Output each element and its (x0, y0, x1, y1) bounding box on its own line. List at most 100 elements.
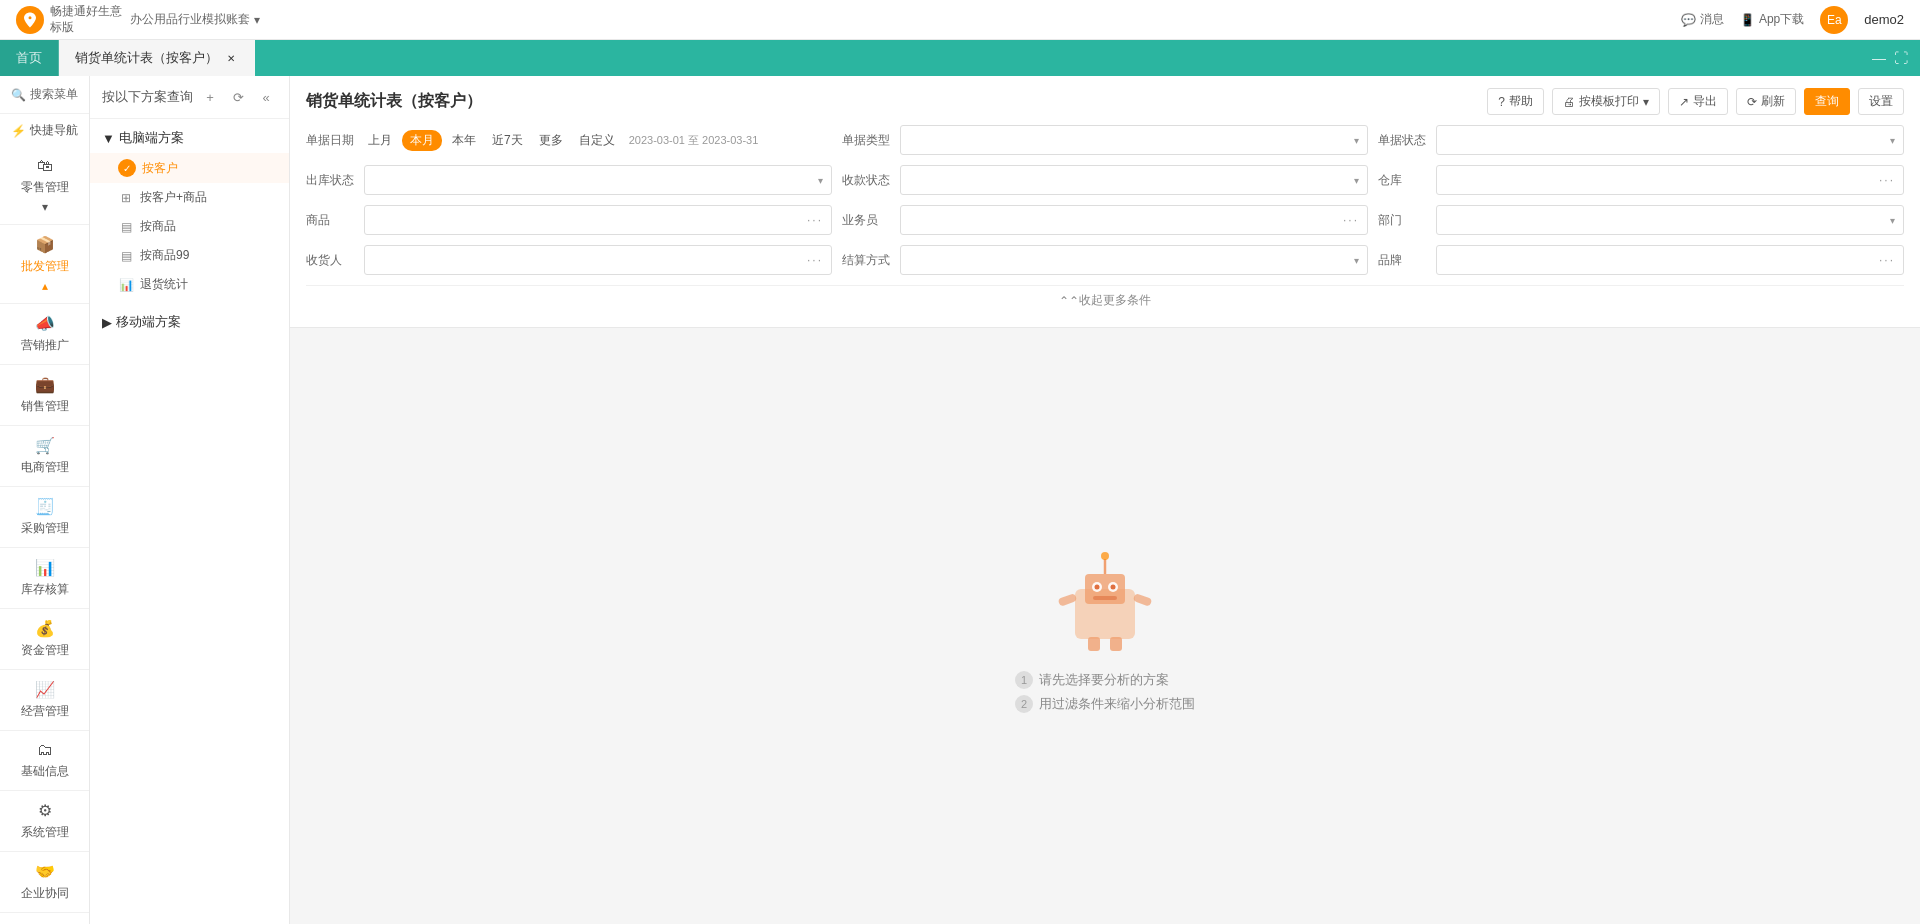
order-status-select[interactable]: ▾ (1436, 125, 1904, 155)
sidebar-item-purchase[interactable]: 🧾 采购管理 (0, 487, 89, 548)
sidebar-item-marketing[interactable]: 📣 营销推广 (0, 304, 89, 365)
refresh-icon: ⟳ (1747, 95, 1757, 109)
department-select[interactable]: ▾ (1436, 205, 1904, 235)
breadcrumb[interactable]: 办公用品行业模拟账套 ▾ (130, 11, 260, 28)
department-label: 部门 (1378, 212, 1428, 229)
sidebar-item-retail[interactable]: 🛍 零售管理 ▾ (0, 147, 89, 225)
brand-select[interactable]: ··· (1436, 245, 1904, 275)
collapse-panel-button[interactable]: « (255, 86, 277, 108)
recipient-select[interactable]: ··· (364, 245, 832, 275)
tab-home[interactable]: 首页 (0, 40, 59, 76)
tab-sales-stats[interactable]: 销货单统计表（按客户） ✕ (59, 40, 255, 76)
date-btn-last-month[interactable]: 上月 (362, 130, 398, 151)
main-layout: 🔍 搜索菜单 ⚡ 快捷导航 🛍 零售管理 ▾ 📦 批发管理 ▴ 📣 营销推广 💼… (0, 76, 1920, 924)
filter-row-2: 出库状态 ▾ 收款状态 ▾ 仓库 (306, 165, 1904, 195)
date-btn-custom[interactable]: 自定义 (573, 130, 621, 151)
top-bar: 畅捷通好生意 标版 办公用品行业模拟账套 ▾ 💬 消息 📱 App下载 Ea d… (0, 0, 1920, 40)
sidebar-item-wholesale[interactable]: 📦 批发管理 ▴ (0, 225, 89, 304)
refresh-scheme-button[interactable]: ⟳ (227, 86, 249, 108)
date-btn-7days[interactable]: 近7天 (486, 130, 529, 151)
dots-icon: ··· (1879, 173, 1895, 187)
department-chevron-icon: ▾ (1890, 215, 1895, 226)
export-button[interactable]: ↗ 导出 (1668, 88, 1728, 115)
retail-icon: 🛍 (37, 157, 53, 175)
scheme-item-by-product-99[interactable]: ▤ 按商品99 (90, 241, 289, 270)
sidebar-item-newuser[interactable]: 🎓 新手引导 (0, 913, 89, 924)
username[interactable]: demo2 (1864, 12, 1904, 27)
product-select[interactable]: ··· (364, 205, 832, 235)
order-type-select[interactable]: ▾ (900, 125, 1368, 155)
payment-status-select[interactable]: ▾ (900, 165, 1368, 195)
scheme-group-desktop-header[interactable]: ▼ 电脑端方案 (90, 123, 289, 153)
warehouse-select[interactable]: ··· (1436, 165, 1904, 195)
date-btn-more[interactable]: 更多 (533, 130, 569, 151)
add-scheme-button[interactable]: + (199, 86, 221, 108)
filter-recipient: 收货人 ··· (306, 245, 832, 275)
filter-row-3: 商品 ··· 业务员 ··· 部门 (306, 205, 1904, 235)
sales-icon: 💼 (35, 375, 55, 394)
scheme-item-by-customer[interactable]: ✓ 按客户 (90, 153, 289, 183)
sidebar-item-operations[interactable]: 📈 经营管理 (0, 670, 89, 731)
operations-icon: 📈 (35, 680, 55, 699)
empty-tip-1: 1 请先选择要分析的方案 (1015, 671, 1195, 689)
settlement-chevron-icon: ▾ (1354, 255, 1359, 266)
date-btn-this-year[interactable]: 本年 (446, 130, 482, 151)
triangle-right-icon: ▶ (102, 315, 112, 330)
svg-point-10 (1101, 552, 1109, 560)
brand-label: 品牌 (1378, 252, 1428, 269)
out-status-select[interactable]: ▾ (364, 165, 832, 195)
top-bar-right: 💬 消息 📱 App下载 Ea demo2 (1681, 6, 1904, 34)
chevron-down2-icon: ▾ (1890, 135, 1895, 146)
sidebar-item-basics[interactable]: 🗂 基础信息 (0, 731, 89, 791)
sidebar-item-finance[interactable]: 💰 资金管理 (0, 609, 89, 670)
salesperson-select[interactable]: ··· (900, 205, 1368, 235)
query-button[interactable]: 查询 (1804, 88, 1850, 115)
refresh-button[interactable]: ⟳ 刷新 (1736, 88, 1796, 115)
maximize-icon[interactable]: ⛶ (1894, 50, 1908, 66)
left-panel-header: 按以下方案查询 + ⟳ « (90, 76, 289, 119)
chevron-down4-icon: ▾ (1354, 175, 1359, 186)
filter-order-status: 单据状态 ▾ (1378, 125, 1904, 155)
sidebar-item-sales[interactable]: 💼 销售管理 (0, 365, 89, 426)
order-type-label: 单据类型 (842, 132, 892, 149)
logo-text: 畅捷通好生意 标版 (50, 4, 122, 35)
sidebar-item-inventory[interactable]: 📊 库存核算 (0, 548, 89, 609)
sidebar-item-quicknav[interactable]: ⚡ 快捷导航 (0, 114, 89, 147)
filter-brand: 品牌 ··· (1378, 245, 1904, 275)
svg-point-5 (1111, 585, 1116, 590)
minimize-icon[interactable]: — (1872, 50, 1886, 66)
scheme-item-by-product[interactable]: ▤ 按商品 (90, 212, 289, 241)
empty-illustration (1045, 539, 1165, 659)
help-button[interactable]: ? 帮助 (1487, 88, 1544, 115)
sidebar-item-enterprise[interactable]: 🤝 企业协同 (0, 852, 89, 913)
svg-rect-12 (1110, 637, 1122, 651)
scheme-item-by-customer-product[interactable]: ⊞ 按客户+商品 (90, 183, 289, 212)
date-label: 单据日期 (306, 132, 356, 149)
search-icon: 🔍 (11, 88, 26, 102)
empty-tip-2: 2 用过滤条件来缩小分析范围 (1015, 695, 1195, 713)
app-download-action[interactable]: 📱 App下载 (1740, 11, 1804, 28)
payment-status-label: 收款状态 (842, 172, 892, 189)
message-action[interactable]: 💬 消息 (1681, 11, 1724, 28)
right-panel: 销货单统计表（按客户） ? 帮助 🖨 按模板打印 ▾ ↗ (290, 76, 1920, 924)
sidebar-item-ecommerce[interactable]: 🛒 电商管理 (0, 426, 89, 487)
chevron-down3-icon: ▾ (818, 175, 823, 186)
collapse-bar[interactable]: ⌃⌃ 收起更多条件 (306, 285, 1904, 315)
sidebar-item-system[interactable]: ⚙ 系统管理 (0, 791, 89, 852)
quicknav-icon: ⚡ (11, 124, 26, 138)
tip-num-1: 1 (1015, 671, 1033, 689)
print-icon: 🖨 (1563, 95, 1575, 109)
tab-close-icon[interactable]: ✕ (224, 51, 238, 65)
print-button[interactable]: 🖨 按模板打印 ▾ (1552, 88, 1660, 115)
out-status-label: 出库状态 (306, 172, 356, 189)
industry-label: 办公用品行业模拟账套 (130, 11, 250, 28)
date-btn-this-month[interactable]: 本月 (402, 130, 442, 151)
settlement-select[interactable]: ▾ (900, 245, 1368, 275)
basics-icon: 🗂 (37, 741, 53, 759)
scheme-item-return-stats[interactable]: 📊 退货统计 (90, 270, 289, 299)
scheme-group-mobile-header[interactable]: ▶ 移动端方案 (90, 307, 289, 337)
sidebar-search[interactable]: 🔍 搜索菜单 (0, 76, 89, 114)
settings-button[interactable]: 设置 (1858, 88, 1904, 115)
content-area: 按以下方案查询 + ⟳ « ▼ 电脑端方案 ✓ 按客户 ⊞ (90, 76, 1920, 924)
dropdown-icon[interactable]: ▾ (254, 13, 260, 27)
